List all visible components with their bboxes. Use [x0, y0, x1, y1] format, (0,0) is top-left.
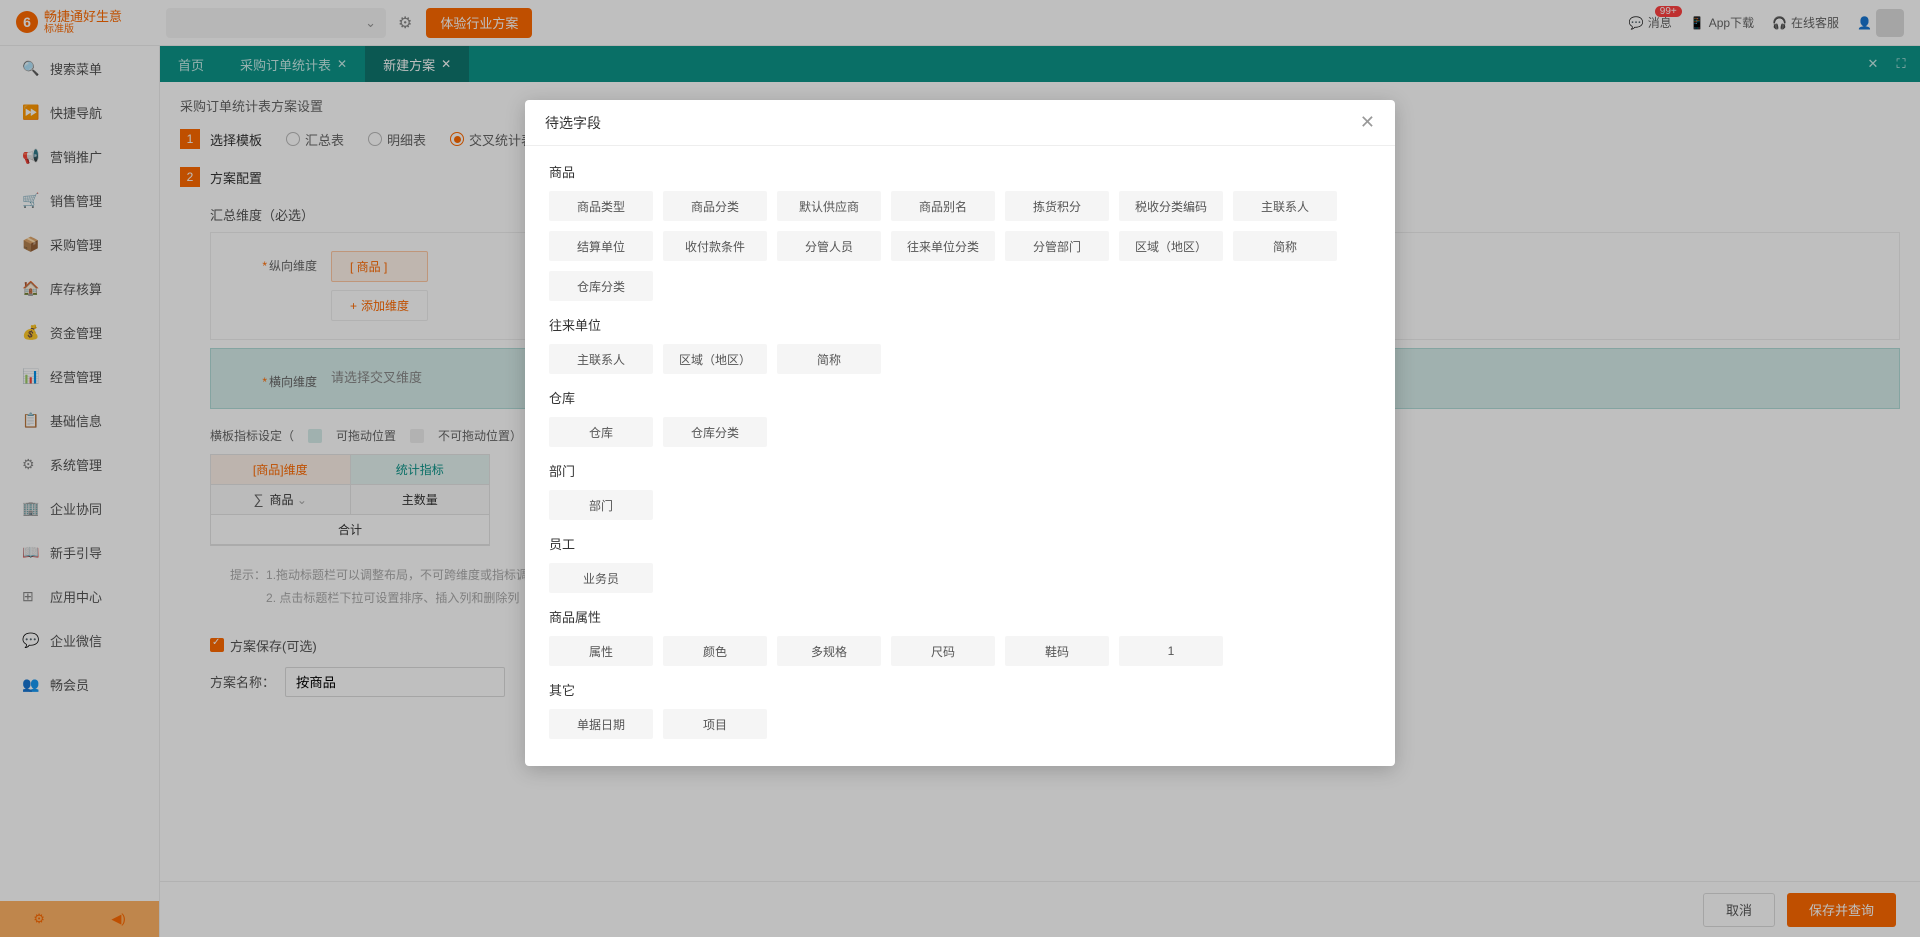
field-group-0: 商品商品类型商品分类默认供应商商品别名拣货积分税收分类编码主联系人结算单位收付款…: [549, 162, 1371, 301]
field-group-4: 员工业务员: [549, 534, 1371, 593]
field-tag[interactable]: 属性: [549, 636, 653, 666]
field-tag[interactable]: 分管部门: [1005, 231, 1109, 261]
field-tag[interactable]: 分管人员: [777, 231, 881, 261]
field-tag[interactable]: 颜色: [663, 636, 767, 666]
field-tag[interactable]: 主联系人: [549, 344, 653, 374]
group-title: 往来单位: [549, 315, 1371, 334]
field-group-1: 往来单位主联系人区域（地区） 简称: [549, 315, 1371, 374]
field-group-3: 部门部门: [549, 461, 1371, 520]
field-tag[interactable]: 业务员: [549, 563, 653, 593]
group-title: 其它: [549, 680, 1371, 699]
field-tag[interactable]: 商品分类: [663, 191, 767, 221]
field-tag[interactable]: 1: [1119, 636, 1223, 666]
field-tag[interactable]: 默认供应商: [777, 191, 881, 221]
field-tag[interactable]: 主联系人: [1233, 191, 1337, 221]
field-tag[interactable]: 商品别名: [891, 191, 995, 221]
group-title: 商品: [549, 162, 1371, 181]
field-tag[interactable]: 尺码: [891, 636, 995, 666]
field-tag[interactable]: 税收分类编码: [1119, 191, 1223, 221]
field-tag[interactable]: 仓库: [549, 417, 653, 447]
field-tag[interactable]: 简称: [777, 344, 881, 374]
field-tag[interactable]: 多规格: [777, 636, 881, 666]
group-title: 商品属性: [549, 607, 1371, 626]
field-tag[interactable]: 部门: [549, 490, 653, 520]
field-tag[interactable]: 拣货积分: [1005, 191, 1109, 221]
field-group-6: 其它单据日期项目: [549, 680, 1371, 739]
field-tags: 部门: [549, 490, 1371, 520]
group-title: 员工: [549, 534, 1371, 553]
field-tags: 属性颜色多规格尺码鞋码 1: [549, 636, 1371, 666]
modal-overlay[interactable]: 待选字段 ✕ 商品商品类型商品分类默认供应商商品别名拣货积分税收分类编码主联系人…: [0, 0, 1920, 937]
field-tag[interactable]: 结算单位: [549, 231, 653, 261]
field-tag[interactable]: 往来单位分类: [891, 231, 995, 261]
modal-header: 待选字段 ✕: [525, 100, 1395, 146]
field-tag[interactable]: 区域（地区）: [1119, 231, 1223, 261]
field-group-5: 商品属性属性颜色多规格尺码鞋码 1: [549, 607, 1371, 666]
field-tags: 主联系人区域（地区） 简称: [549, 344, 1371, 374]
field-tag[interactable]: 鞋码: [1005, 636, 1109, 666]
field-tags: 商品类型商品分类默认供应商商品别名拣货积分税收分类编码主联系人结算单位收付款条件…: [549, 191, 1371, 301]
modal-title: 待选字段: [545, 113, 601, 133]
field-group-2: 仓库仓库仓库分类: [549, 388, 1371, 447]
field-selector-modal: 待选字段 ✕ 商品商品类型商品分类默认供应商商品别名拣货积分税收分类编码主联系人…: [525, 100, 1395, 766]
close-icon[interactable]: ✕: [1360, 112, 1375, 133]
field-tag[interactable]: 仓库分类: [663, 417, 767, 447]
field-tag[interactable]: 区域（地区）: [663, 344, 767, 374]
field-tag[interactable]: 收付款条件: [663, 231, 767, 261]
field-tag[interactable]: 单据日期: [549, 709, 653, 739]
modal-body: 商品商品类型商品分类默认供应商商品别名拣货积分税收分类编码主联系人结算单位收付款…: [525, 146, 1395, 766]
group-title: 仓库: [549, 388, 1371, 407]
field-tag[interactable]: 项目: [663, 709, 767, 739]
field-tags: 业务员: [549, 563, 1371, 593]
field-tag[interactable]: 仓库分类: [549, 271, 653, 301]
field-tag[interactable]: 商品类型: [549, 191, 653, 221]
field-tag[interactable]: 简称: [1233, 231, 1337, 261]
group-title: 部门: [549, 461, 1371, 480]
field-tags: 仓库仓库分类: [549, 417, 1371, 447]
field-tags: 单据日期项目: [549, 709, 1371, 739]
